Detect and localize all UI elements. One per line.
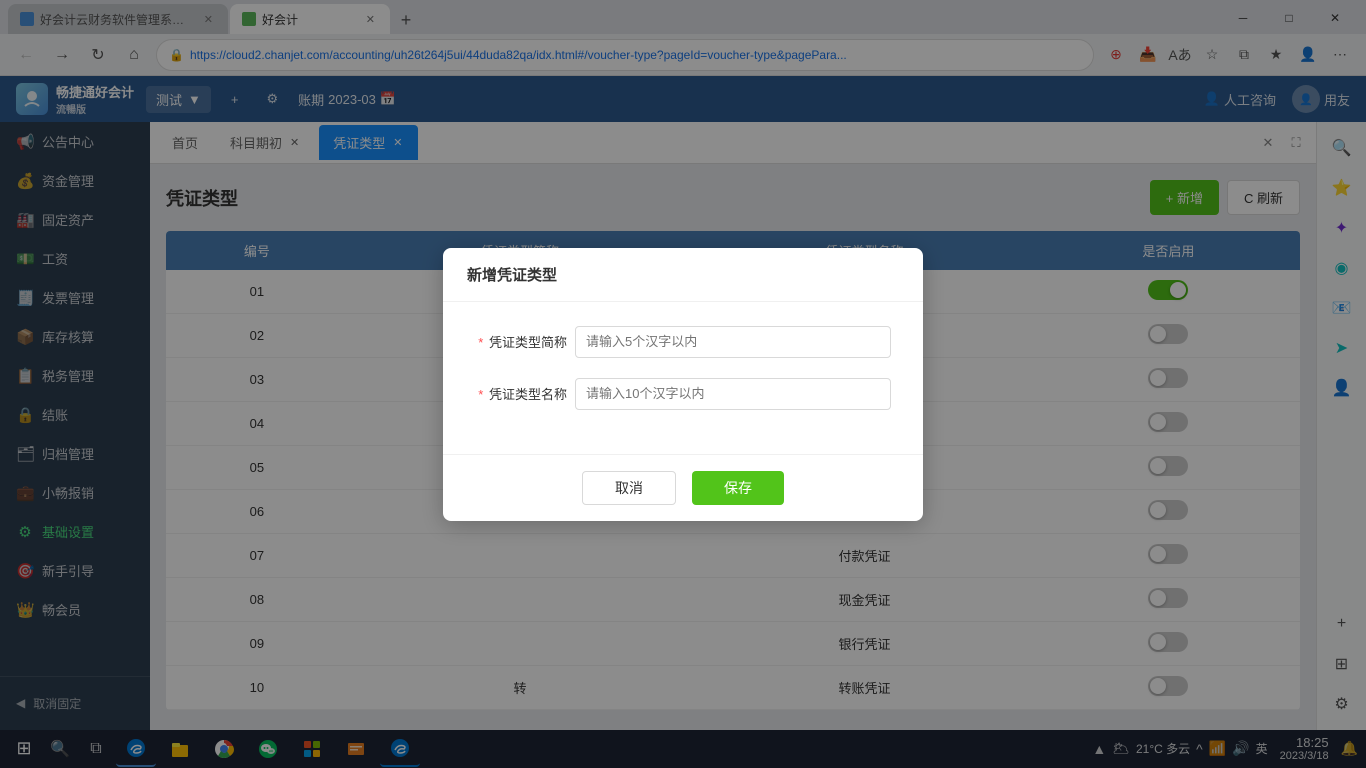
add-voucher-type-dialog: 新增凭证类型 * 凭证类型简称 * 凭证类型名称 取消 保存 xyxy=(443,248,923,521)
cancel-button[interactable]: 取消 xyxy=(582,471,676,505)
abbr-input[interactable] xyxy=(575,326,891,358)
dialog-overlay: 新增凭证类型 * 凭证类型简称 * 凭证类型名称 取消 保存 xyxy=(0,0,1366,768)
form-row-name: * 凭证类型名称 xyxy=(475,378,891,410)
dialog-footer: 取消 保存 xyxy=(443,454,923,521)
dialog-body: * 凭证类型简称 * 凭证类型名称 xyxy=(443,302,923,454)
abbr-label: * 凭证类型简称 xyxy=(475,332,575,351)
form-row-abbr: * 凭证类型简称 xyxy=(475,326,891,358)
name-label: * 凭证类型名称 xyxy=(475,384,575,403)
name-input[interactable] xyxy=(575,378,891,410)
dialog-header: 新增凭证类型 xyxy=(443,248,923,302)
dialog-title: 新增凭证类型 xyxy=(467,267,557,284)
save-button[interactable]: 保存 xyxy=(692,471,784,505)
